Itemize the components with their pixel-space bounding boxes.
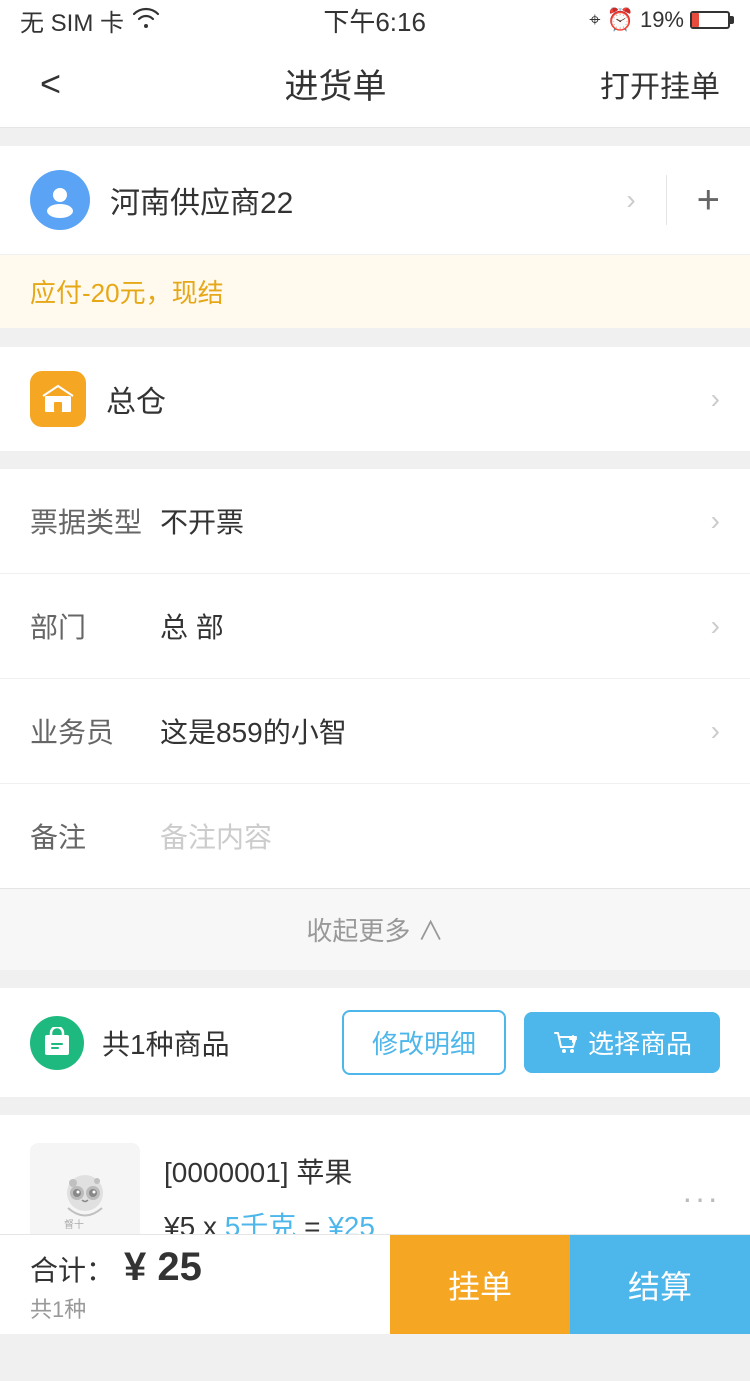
modify-detail-button[interactable]: 修改明细 xyxy=(342,1010,506,1075)
cart-icon xyxy=(552,1029,580,1057)
bottom-bar: 合计： ¥ 25 共1种 挂单 结算 xyxy=(0,1234,750,1334)
supplier-divider xyxy=(666,175,667,225)
back-button[interactable]: < xyxy=(30,53,71,115)
total-row: 合计： ¥ 25 xyxy=(30,1245,360,1290)
invoice-row[interactable]: 票据类型 不开票 › xyxy=(0,469,750,573)
gap-2 xyxy=(0,329,750,347)
hang-order-button[interactable]: 挂单 xyxy=(390,1235,570,1334)
department-row[interactable]: 部门 总 部 › xyxy=(0,573,750,678)
product-code: [0000001] xyxy=(164,1157,289,1188)
salesman-label: 业务员 xyxy=(30,711,160,751)
warehouse-section: 总仓 › xyxy=(0,347,750,451)
remark-label: 备注 xyxy=(30,816,160,856)
department-value: 总 部 xyxy=(160,606,711,646)
warehouse-name: 总仓 xyxy=(106,377,711,421)
select-product-label: 选择商品 xyxy=(588,1024,692,1061)
supplier-chevron-icon: › xyxy=(626,184,635,216)
carrier-text: 无 SIM 卡 xyxy=(20,3,124,38)
battery-text: 19% xyxy=(640,7,684,33)
warehouse-row[interactable]: 总仓 › xyxy=(0,347,750,451)
status-time: 下午6:16 xyxy=(323,2,426,39)
svg-text:督十: 督十 xyxy=(64,1218,84,1231)
supplier-name: 河南供应商22 xyxy=(110,178,626,222)
wifi-icon xyxy=(132,6,160,35)
products-header: 共1种商品 修改明细 选择商品 xyxy=(0,988,750,1097)
products-count: 共1种商品 xyxy=(102,1023,342,1063)
remark-placeholder: 备注内容 xyxy=(160,816,720,856)
location-icon: ⌖ xyxy=(589,9,600,32)
form-section: 票据类型 不开票 › 部门 总 部 › 业务员 这是859的小智 › 备注 备注… xyxy=(0,469,750,970)
collapse-bar[interactable]: 收起更多 ∧ xyxy=(0,888,750,970)
salesman-row[interactable]: 业务员 这是859的小智 › xyxy=(0,678,750,783)
salesman-chevron-icon: › xyxy=(711,715,720,747)
products-icon xyxy=(30,1016,84,1070)
remark-row[interactable]: 备注 备注内容 xyxy=(0,783,750,888)
alarm-icon: ⏰ xyxy=(607,7,634,33)
department-label: 部门 xyxy=(30,606,160,646)
total-sub: 共1种 xyxy=(30,1292,360,1324)
total-amount: ¥ 25 xyxy=(124,1245,202,1290)
invoice-value: 不开票 xyxy=(160,501,711,541)
gap-3 xyxy=(0,451,750,469)
total-label: 合计： xyxy=(30,1249,114,1289)
open-hang-button[interactable]: 打开挂单 xyxy=(600,62,720,106)
more-options-button[interactable]: ··· xyxy=(682,1180,720,1217)
status-left: 无 SIM 卡 xyxy=(20,3,160,38)
select-product-button[interactable]: 选择商品 xyxy=(524,1012,720,1073)
battery-icon xyxy=(690,11,730,29)
status-right: ⌖ ⏰ 19% xyxy=(589,7,730,33)
gap-1 xyxy=(0,128,750,146)
checkout-button[interactable]: 结算 xyxy=(570,1235,750,1334)
salesman-value: 这是859的小智 xyxy=(160,711,711,751)
warehouse-icon xyxy=(30,371,86,427)
department-chevron-icon: › xyxy=(711,610,720,642)
invoice-chevron-icon: › xyxy=(711,505,720,537)
product-image-icon: 督十 xyxy=(50,1163,120,1233)
product-info: [0000001] 苹果 ¥5 x 5千克 = ¥25 xyxy=(164,1151,658,1245)
product-title: 苹果 xyxy=(296,1157,352,1188)
status-bar: 无 SIM 卡 下午6:16 ⌖ ⏰ 19% xyxy=(0,0,750,40)
total-section: 合计： ¥ 25 共1种 xyxy=(0,1235,390,1334)
gap-4 xyxy=(0,970,750,988)
add-supplier-button[interactable]: + xyxy=(697,180,720,220)
invoice-label: 票据类型 xyxy=(30,501,160,541)
supplier-row[interactable]: 河南供应商22 › + xyxy=(0,146,750,255)
supplier-avatar xyxy=(30,170,90,230)
supplier-section: 河南供应商22 › + 应付-20元，现结 xyxy=(0,146,750,329)
notice-bar: 应付-20元，现结 xyxy=(0,255,750,329)
nav-bar: < 进货单 打开挂单 xyxy=(0,40,750,128)
warehouse-chevron-icon: › xyxy=(711,383,720,415)
product-name: [0000001] 苹果 xyxy=(164,1151,658,1191)
page-title: 进货单 xyxy=(285,59,387,108)
